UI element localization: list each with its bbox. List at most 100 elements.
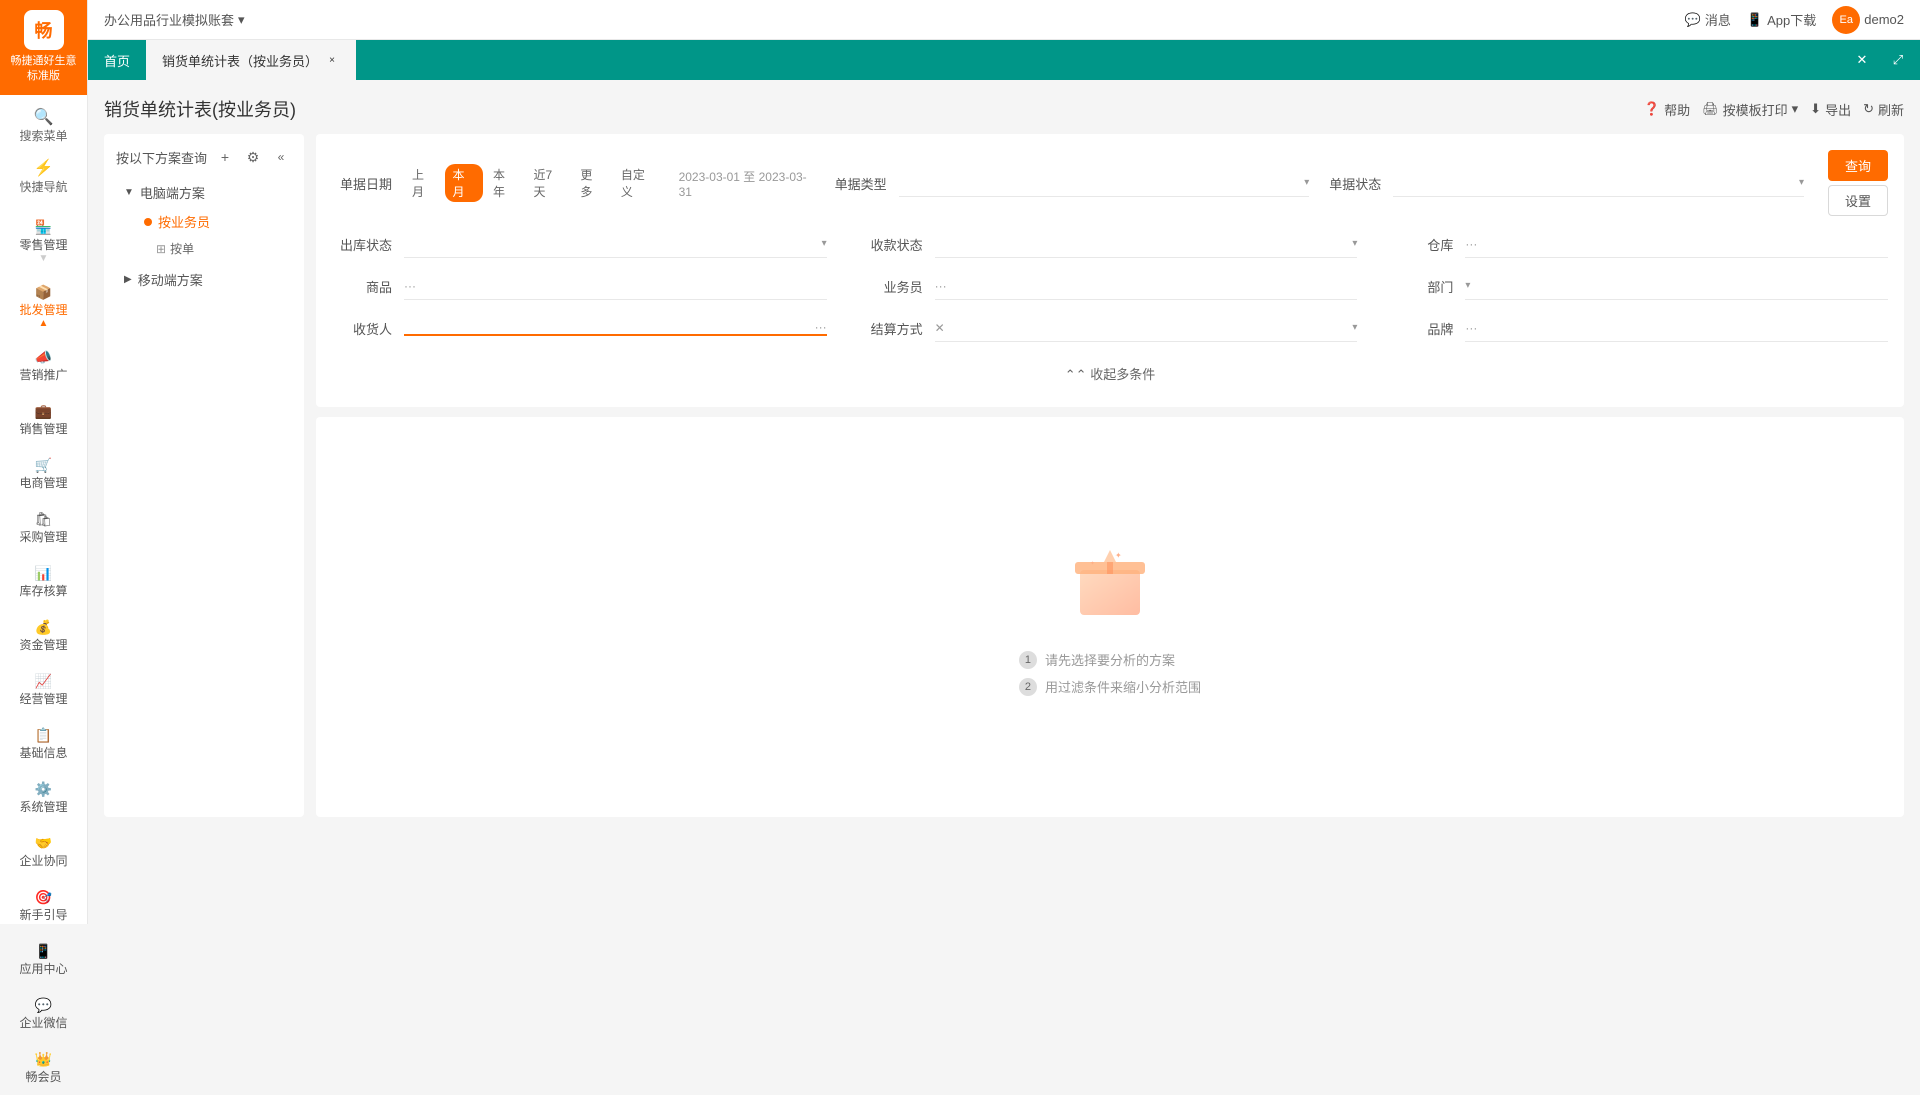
goods-select[interactable]: ···	[404, 272, 827, 300]
sidebar-item-operations[interactable]: 📈 经营管理	[0, 663, 87, 717]
sidebar-ecommerce-label: 电商管理	[0, 474, 87, 491]
doc-status-select[interactable]: ▾	[1393, 169, 1804, 197]
date-tab-thisyear[interactable]: 本年	[485, 164, 524, 202]
date-tab-7days[interactable]: 近7天	[526, 164, 571, 202]
salesman-dots[interactable]: ···	[935, 279, 947, 293]
sidebar-item-finance[interactable]: 💰 资金管理	[0, 609, 87, 663]
help-icon: ❓	[1644, 101, 1660, 117]
message-btn[interactable]: 💬 消息	[1685, 10, 1731, 29]
mobile-group-label: 移动端方案	[138, 270, 203, 289]
scheme-panel-title: 按以下方案查询	[116, 148, 207, 167]
scheme-by-order[interactable]: ⊞ 按单	[116, 236, 292, 261]
date-tab-lastmonth[interactable]: 上月	[404, 164, 443, 202]
query-button[interactable]: 查询	[1828, 150, 1888, 181]
sidebar-item-appcenter[interactable]: 📱 应用中心	[0, 933, 87, 987]
tab-maximize[interactable]: ⤢	[1884, 46, 1912, 74]
refresh-icon: ↻	[1863, 101, 1874, 117]
date-tab-custom[interactable]: 自定义	[613, 164, 663, 202]
sidebar-item-basicinfo[interactable]: 📋 基础信息	[0, 717, 87, 771]
salesman-select[interactable]: ···	[935, 272, 1358, 300]
doc-status-label: 单据状态	[1321, 174, 1381, 193]
empty-hint-1: 1 请先选择要分析的方案	[1019, 650, 1201, 669]
department-label: 部门	[1393, 277, 1453, 296]
tab-close-icon[interactable]: ×	[324, 52, 340, 68]
date-tab-more[interactable]: 更多	[572, 164, 611, 202]
payment-status-select[interactable]: ▾	[935, 230, 1358, 258]
sidebar-newbie-label: 新手引导	[0, 906, 87, 923]
message-label: 消息	[1705, 10, 1731, 29]
empty-state-illustration: ✦ ✦	[1060, 530, 1160, 630]
collapse-more-btn[interactable]: ⌃⌃ 收起多条件	[332, 356, 1888, 391]
doc-type-select[interactable]: ▾	[899, 169, 1310, 197]
pc-group-label: 电脑端方案	[140, 183, 205, 202]
refresh-btn[interactable]: ↻ 刷新	[1863, 100, 1904, 119]
print-btn[interactable]: 🖨 按模板打印 ▾	[1702, 100, 1798, 119]
settings-button[interactable]: 设置	[1828, 185, 1888, 216]
date-tab-thismonth[interactable]: 本月	[445, 164, 484, 202]
settlement-label: 结算方式	[863, 319, 923, 338]
receiver-dots[interactable]: ···	[815, 320, 827, 334]
storage-status-label: 出库状态	[332, 235, 392, 254]
help-btn[interactable]: ❓ 帮助	[1644, 100, 1690, 119]
by-order-label: 按单	[170, 240, 194, 257]
sidebar-item-collab[interactable]: 🤝 企业协同	[0, 825, 87, 879]
sidebar-item-purchase[interactable]: 🛍 采购管理	[0, 501, 87, 555]
tab-close-window[interactable]: ✕	[1848, 46, 1876, 74]
sidebar-item-ecommerce[interactable]: 🛒 电商管理	[0, 447, 87, 501]
warehouse-dots[interactable]: ···	[1465, 237, 1477, 251]
sidebar-item-inventory[interactable]: 📊 库存核算	[0, 555, 87, 609]
sidebar-item-system[interactable]: ⚙️ 系统管理	[0, 771, 87, 825]
settlement-arrow: ▾	[1352, 322, 1357, 333]
app-download-btn[interactable]: 📱 App下载	[1747, 10, 1816, 29]
tabs-right-actions: ✕ ⤢	[1848, 46, 1920, 74]
settlement-clear[interactable]: ✕	[935, 321, 945, 335]
warehouse-label: 仓库	[1393, 235, 1453, 254]
industry-selector[interactable]: 办公用品行业模拟账套 ▾	[104, 10, 245, 29]
sidebar-item-wholesale[interactable]: 📦 批发管理 ▲	[0, 274, 87, 339]
settlement-select[interactable]: ✕ ▾	[935, 314, 1358, 342]
download-icon: 📱	[1747, 12, 1763, 28]
add-scheme-btn[interactable]: +	[214, 146, 236, 168]
topbar: 办公用品行业模拟账套 ▾ 💬 消息 📱 App下载 Ea demo2	[88, 0, 1920, 40]
tab-home[interactable]: 首页	[88, 40, 146, 80]
scheme-pc-header[interactable]: ▼ 电脑端方案	[116, 178, 292, 207]
sidebar-wechat-label: 企业微信	[0, 1014, 87, 1031]
tab-sales-stats[interactable]: 销货单统计表（按业务员） ×	[146, 40, 356, 80]
scheme-mobile-header[interactable]: ▶ 移动端方案	[116, 265, 292, 294]
scheme-by-salesman[interactable]: 按业务员	[116, 207, 292, 236]
sidebar-member-label: 畅会员	[0, 1068, 87, 1085]
svg-text:✦: ✦	[1115, 551, 1122, 560]
department-select[interactable]: ▾	[1465, 272, 1888, 300]
help-label: 帮助	[1664, 100, 1690, 119]
warehouse-select[interactable]: ···	[1465, 230, 1888, 258]
sidebar-inventory-label: 库存核算	[0, 582, 87, 599]
user-profile[interactable]: Ea demo2	[1832, 6, 1904, 34]
sidebar-quicknav-label: 快捷导航	[0, 178, 87, 195]
brand-dots[interactable]: ···	[1465, 321, 1477, 335]
user-avatar: Ea	[1832, 6, 1860, 34]
goods-dots[interactable]: ···	[404, 279, 416, 293]
export-btn[interactable]: ⬇ 导出	[1810, 100, 1851, 119]
sidebar-purchase-label: 采购管理	[0, 528, 87, 545]
sidebar-item-sales[interactable]: 💼 销售管理	[0, 393, 87, 447]
sidebar-item-newbie[interactable]: 🎯 新手引导	[0, 879, 87, 933]
main-area: 办公用品行业模拟账套 ▾ 💬 消息 📱 App下载 Ea demo2 首页	[88, 0, 1920, 924]
payment-status-arrow: ▾	[1352, 238, 1357, 249]
collapse-panel-btn[interactable]: «	[270, 146, 292, 168]
sidebar-search[interactable]: 🔍 搜索菜单	[0, 95, 87, 152]
app-logo: 畅 畅捷通好生意 标准版	[0, 0, 87, 95]
sidebar-item-wechat[interactable]: 💬 企业微信	[0, 987, 87, 1041]
sidebar-item-marketing[interactable]: 📣 营销推广	[0, 339, 87, 393]
hint-text-1: 请先选择要分析的方案	[1045, 650, 1175, 669]
sidebar: 畅 畅捷通好生意 标准版 🔍 搜索菜单 ⚡ 快捷导航 🏪 零售管理 ▼ 📦 批发…	[0, 0, 88, 924]
storage-status-select[interactable]: ▾	[404, 230, 827, 258]
sidebar-quicknav[interactable]: ⚡ 快捷导航	[0, 152, 87, 201]
settings-scheme-btn[interactable]: ⚙	[242, 146, 264, 168]
date-tabs: 上月 本月 本年 近7天 更多 自定义	[404, 164, 663, 202]
export-icon: ⬇	[1810, 101, 1821, 117]
sidebar-item-retail[interactable]: 🏪 零售管理 ▼	[0, 209, 87, 274]
sidebar-item-member[interactable]: 👑 畅会员	[0, 1041, 87, 1095]
department-arrow: ▾	[1465, 280, 1470, 291]
brand-select[interactable]: ···	[1465, 314, 1888, 342]
sidebar-sales-label: 销售管理	[0, 420, 87, 437]
